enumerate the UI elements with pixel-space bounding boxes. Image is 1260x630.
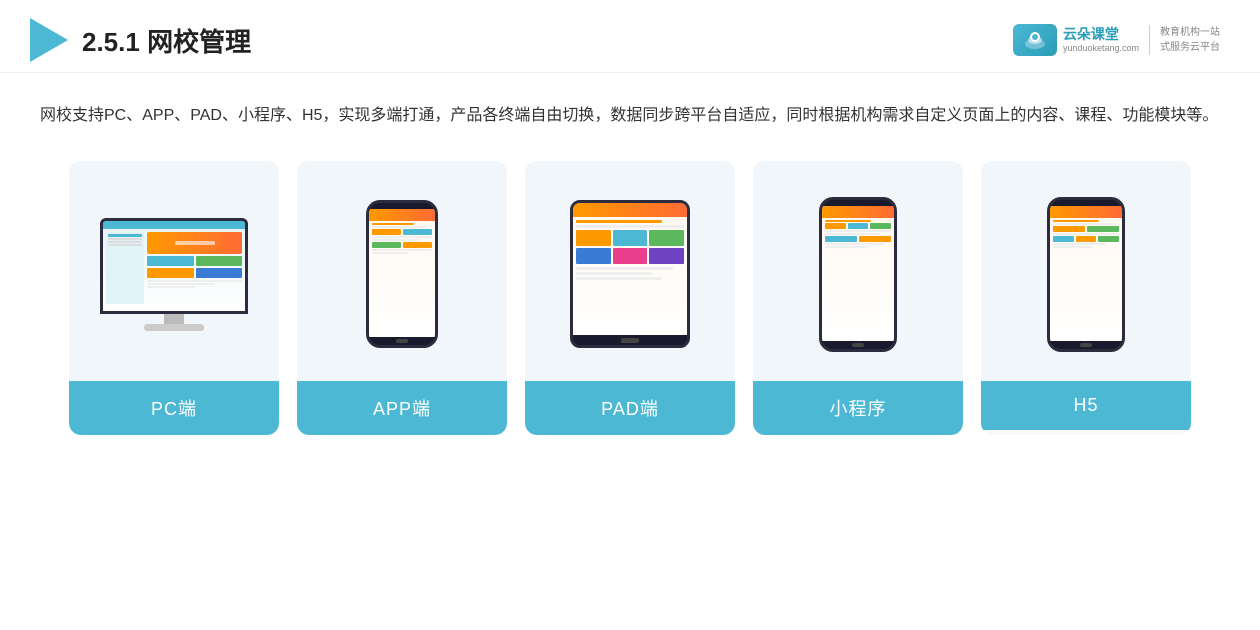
card-pad: PAD端 <box>525 161 735 435</box>
brand-icon <box>1013 24 1057 56</box>
card-app: APP端 <box>297 161 507 435</box>
phone-notch-mini <box>846 200 870 206</box>
card-h5: H5 <box>981 161 1191 435</box>
card-pad-image <box>525 161 735 381</box>
phone-screen-mini <box>822 206 894 341</box>
page-title: 2.5.1 网校管理 <box>82 22 251 59</box>
pad-screen <box>573 203 687 335</box>
card-miniapp: 小程序 <box>753 161 963 435</box>
device-cards: PC端 <box>40 161 1220 435</box>
card-h5-image <box>981 161 1191 381</box>
page-header: 2.5.1 网校管理 云朵课堂 yunduoketang.com 教育机构一站 … <box>0 0 1260 73</box>
device-app-mockup <box>366 200 438 348</box>
section-number: 2.5.1 <box>82 27 140 57</box>
brand-logo: 云朵课堂 yunduoketang.com 教育机构一站 式服务云平台 <box>1013 24 1220 56</box>
phone-screen-h5 <box>1050 206 1122 341</box>
card-miniapp-label: 小程序 <box>753 381 963 435</box>
card-pc: PC端 <box>69 161 279 435</box>
card-miniapp-image <box>753 161 963 381</box>
device-pc-mockup <box>100 218 248 331</box>
card-pad-label: PAD端 <box>525 381 735 435</box>
pc-stand <box>164 314 184 324</box>
brand-divider <box>1149 25 1150 55</box>
phone-notch <box>390 203 414 209</box>
phone-home-h5 <box>1050 341 1122 349</box>
title-text: 网校管理 <box>147 27 251 57</box>
pad-home <box>573 335 687 345</box>
header-left: 2.5.1 网校管理 <box>30 18 251 62</box>
device-miniapp-mockup <box>819 197 897 352</box>
brand-name: 云朵课堂 <box>1063 26 1139 43</box>
card-app-label: APP端 <box>297 381 507 435</box>
phone-notch-h5 <box>1074 200 1098 206</box>
phone-home <box>369 337 435 345</box>
phone-screen <box>369 209 435 337</box>
card-app-image <box>297 161 507 381</box>
card-h5-label: H5 <box>981 381 1191 430</box>
device-pad-mockup <box>570 200 690 348</box>
card-pc-label: PC端 <box>69 381 279 435</box>
device-h5-mockup <box>1047 197 1125 352</box>
brand-text: 云朵课堂 yunduoketang.com <box>1063 26 1139 54</box>
pc-screen <box>103 221 245 311</box>
header-right: 云朵课堂 yunduoketang.com 教育机构一站 式服务云平台 <box>1013 24 1220 56</box>
brand-domain: yunduoketang.com <box>1063 43 1139 54</box>
description-text: 网校支持PC、APP、PAD、小程序、H5，实现多端打通，产品各终端自由切换，数… <box>40 101 1220 131</box>
brand-slogan: 教育机构一站 式服务云平台 <box>1160 25 1220 55</box>
phone-home-mini <box>822 341 894 349</box>
logo-triangle-icon <box>30 18 68 62</box>
pc-base <box>144 324 204 331</box>
main-content: 网校支持PC、APP、PAD、小程序、H5，实现多端打通，产品各终端自由切换，数… <box>0 73 1260 455</box>
card-pc-image <box>69 161 279 381</box>
pc-monitor <box>100 218 248 314</box>
